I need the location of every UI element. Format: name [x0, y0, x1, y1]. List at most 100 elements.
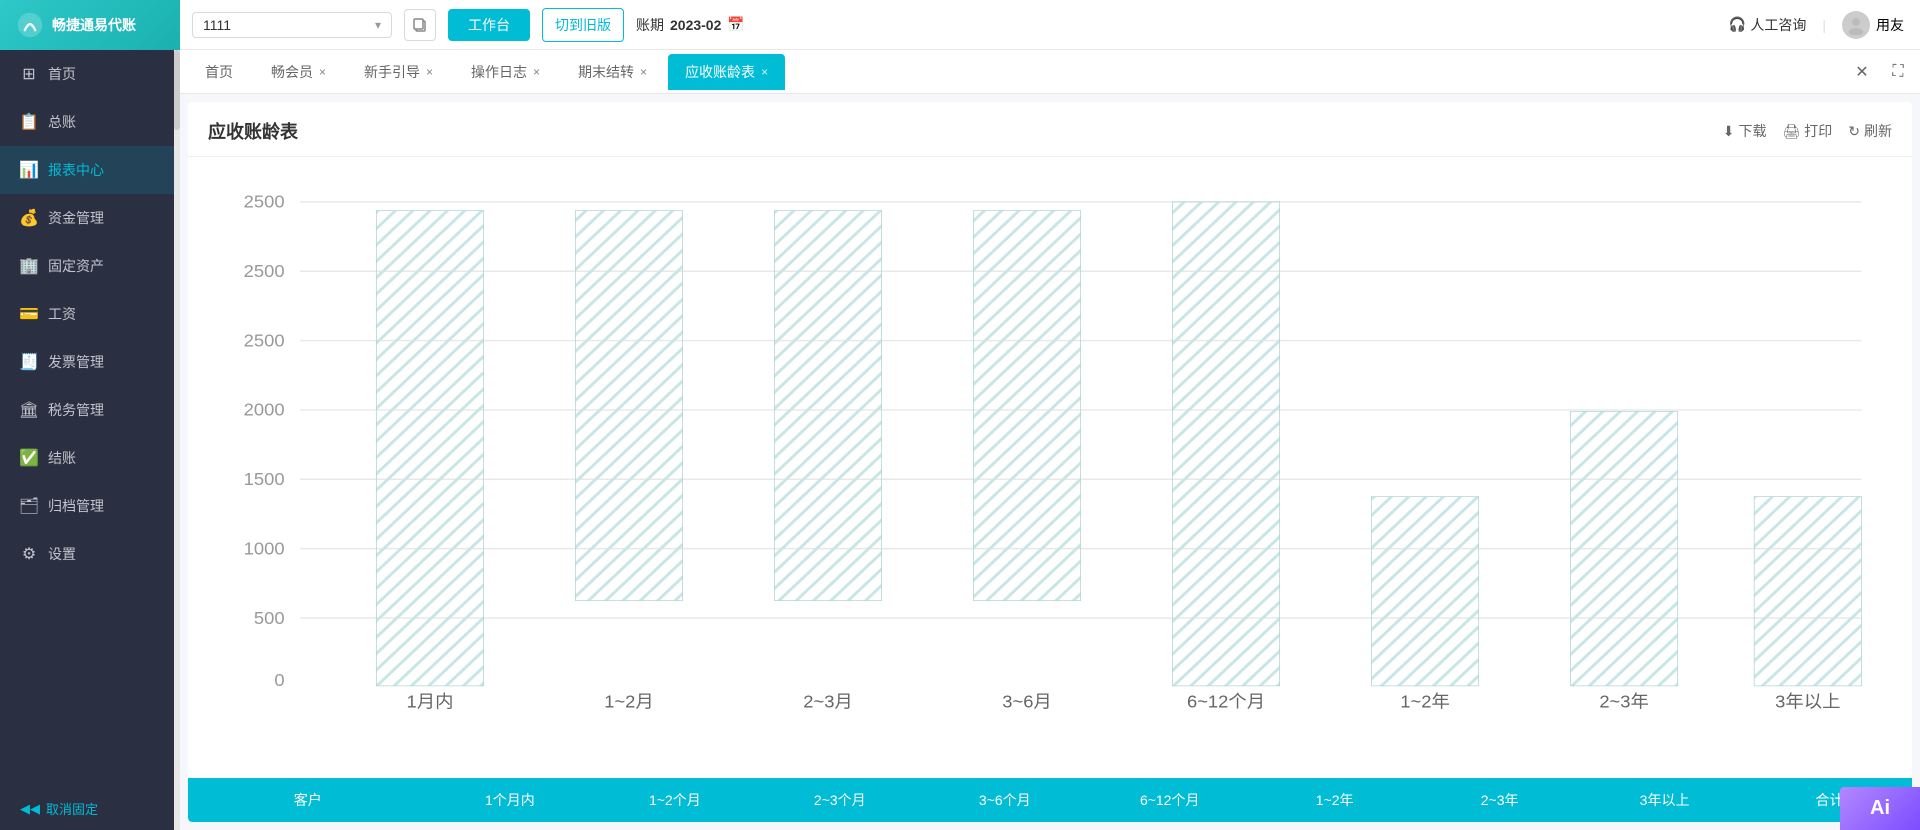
sidebar-item-home[interactable]: ⊞ 首页 [0, 50, 180, 98]
svg-text:500: 500 [254, 608, 285, 627]
home-icon: ⊞ [20, 65, 38, 83]
workbench-button[interactable]: 工作台 [448, 9, 530, 41]
sidebar-item-settings[interactable]: ⚙ 设置 [0, 530, 180, 578]
calendar-icon[interactable]: 📅 [727, 16, 744, 33]
sidebar-item-checkout[interactable]: ✅ 结账 [0, 434, 180, 482]
invoice-icon: 🧾 [20, 353, 38, 371]
copy-button[interactable] [404, 9, 436, 41]
print-label: 打印 [1804, 121, 1832, 141]
sidebar-label-settings: 设置 [48, 544, 76, 564]
funds-icon: 💰 [20, 209, 38, 227]
expand-button[interactable]: ⛶ [1884, 58, 1912, 86]
tab-ar-aging[interactable]: 应收账龄表 × [668, 54, 785, 90]
sidebar-item-reports[interactable]: 📊 报表中心 [0, 146, 180, 194]
ledger-icon: 📋 [20, 113, 38, 131]
sidebar-label-reports: 报表中心 [48, 160, 104, 180]
svg-text:6~12个月: 6~12个月 [1187, 692, 1265, 711]
svg-text:0: 0 [274, 670, 284, 689]
page-content: 应收账龄表 ⬇ 下载 🖨 打印 ↻ 刷新 [188, 102, 1912, 822]
tab-close-guide[interactable]: × [426, 65, 433, 79]
chart-area: 2500 2500 2500 2000 1500 1000 500 0 [188, 157, 1912, 778]
period-label: 账期 [636, 15, 664, 35]
svg-text:2500: 2500 [244, 331, 285, 350]
svg-text:2~3月: 2~3月 [803, 692, 853, 711]
svg-text:1月内: 1月内 [407, 692, 454, 711]
svg-text:2500: 2500 [244, 261, 285, 280]
sidebar-label-funds: 资金管理 [48, 208, 104, 228]
sidebar-label-salary: 工资 [48, 304, 76, 324]
copy-icon [412, 17, 428, 33]
svg-text:2000: 2000 [244, 400, 285, 419]
tabs-bar: 首页畅会员×新手引导×操作日志×期末结转×应收账龄表× ✕ ⛶ [180, 50, 1920, 94]
reports-icon: 📊 [20, 161, 38, 179]
th-6~12个月: 6~12个月 [1087, 790, 1252, 810]
svg-text:1500: 1500 [244, 470, 285, 489]
salary-icon: 💳 [20, 305, 38, 323]
th-2~3年: 2~3年 [1417, 790, 1582, 810]
tab-home[interactable]: 首页 [188, 54, 250, 90]
download-label: 下载 [1738, 121, 1766, 141]
tab-close-member[interactable]: × [319, 65, 326, 79]
sidebar-item-funds[interactable]: 💰 资金管理 [0, 194, 180, 242]
main-layout: ⊞ 首页📋 总账📊 报表中心💰 资金管理🏢 固定资产💳 工资🧾 发票管理🏛 税务… [0, 50, 1920, 830]
settings-icon: ⚙ [20, 545, 38, 563]
sidebar-item-assets[interactable]: 🏢 固定资产 [0, 242, 180, 290]
content-area: 首页畅会员×新手引导×操作日志×期末结转×应收账龄表× ✕ ⛶ 应收账龄表 ⬇ … [180, 50, 1920, 830]
user-label: 用友 [1876, 15, 1904, 35]
tab-label-guide: 新手引导 [364, 62, 420, 82]
tabs-right: ✕ ⛶ [1848, 58, 1912, 86]
sidebar-item-salary[interactable]: 💳 工资 [0, 290, 180, 338]
ai-badge[interactable]: Ai [1840, 787, 1920, 830]
sidebar-item-tax[interactable]: 🏛 税务管理 [0, 386, 180, 434]
sidebar-label-archive: 归档管理 [48, 496, 104, 516]
sidebar-item-archive[interactable]: 🗂 归档管理 [0, 482, 180, 530]
switch-version-button[interactable]: 切到旧版 [542, 8, 624, 42]
divider: | [1822, 17, 1826, 33]
logo-text: 畅捷通易代账 [52, 15, 136, 35]
company-selector[interactable]: 1111 ▾ [192, 12, 392, 38]
refresh-button[interactable]: ↻ 刷新 [1848, 121, 1892, 141]
tab-member[interactable]: 畅会员× [254, 54, 343, 90]
tab-period-close[interactable]: 期末结转 × [561, 54, 664, 90]
tab-close-oplog[interactable]: × [533, 65, 540, 79]
headset-icon: 🎧 [1729, 16, 1746, 33]
company-name: 1111 [203, 17, 369, 33]
print-button[interactable]: 🖨 打印 [1782, 121, 1832, 141]
cancel-pin-button[interactable]: ◀◀ 取消固定 [0, 787, 180, 830]
page-title: 应收账龄表 [208, 118, 298, 144]
cancel-pin-label: 取消固定 [46, 799, 98, 818]
tab-oplog[interactable]: 操作日志× [454, 54, 557, 90]
consult-button[interactable]: 🎧 人工咨询 [1729, 15, 1806, 35]
th-1个月内: 1个月内 [427, 790, 592, 810]
bar-chart-svg: 2500 2500 2500 2000 1500 1000 500 0 [208, 173, 1892, 722]
sidebar-label-home: 首页 [48, 64, 76, 84]
svg-text:1000: 1000 [244, 539, 285, 558]
print-icon: 🖨 [1782, 123, 1800, 140]
sidebar-item-ledger[interactable]: 📋 总账 [0, 98, 180, 146]
user-area[interactable]: 用友 [1842, 11, 1904, 39]
download-button[interactable]: ⬇ 下载 [1723, 121, 1767, 141]
page-header: 应收账龄表 ⬇ 下载 🖨 打印 ↻ 刷新 [188, 102, 1912, 157]
sidebar-label-checkout: 结账 [48, 448, 76, 468]
tab-guide[interactable]: 新手引导 × [347, 54, 450, 90]
svg-text:2500: 2500 [244, 192, 285, 211]
tax-icon: 🏛 [20, 401, 38, 419]
tab-close-ar-aging[interactable]: × [761, 65, 768, 79]
th-客户: 客户 [188, 790, 427, 810]
checkout-icon: ✅ [20, 449, 38, 467]
archive-icon: 🗂 [20, 497, 38, 515]
scroll-thumb [174, 50, 180, 130]
close-all-tabs-button[interactable]: ✕ [1848, 58, 1876, 86]
svg-text:1~2月: 1~2月 [604, 692, 654, 711]
svg-text:3~6月: 3~6月 [1002, 692, 1052, 711]
tab-close-period-close[interactable]: × [640, 65, 647, 79]
assets-icon: 🏢 [20, 257, 38, 275]
sidebar-label-invoice: 发票管理 [48, 352, 104, 372]
sidebar: ⊞ 首页📋 总账📊 报表中心💰 资金管理🏢 固定资产💳 工资🧾 发票管理🏛 税务… [0, 50, 180, 830]
sidebar-item-invoice[interactable]: 🧾 发票管理 [0, 338, 180, 386]
svg-text:1~2年: 1~2年 [1400, 692, 1450, 711]
tab-label-period-close: 期末结转 [578, 62, 634, 82]
tab-label-ar-aging: 应收账龄表 [685, 62, 755, 82]
scrollbar[interactable] [174, 50, 180, 830]
sidebar-label-ledger: 总账 [48, 112, 76, 132]
